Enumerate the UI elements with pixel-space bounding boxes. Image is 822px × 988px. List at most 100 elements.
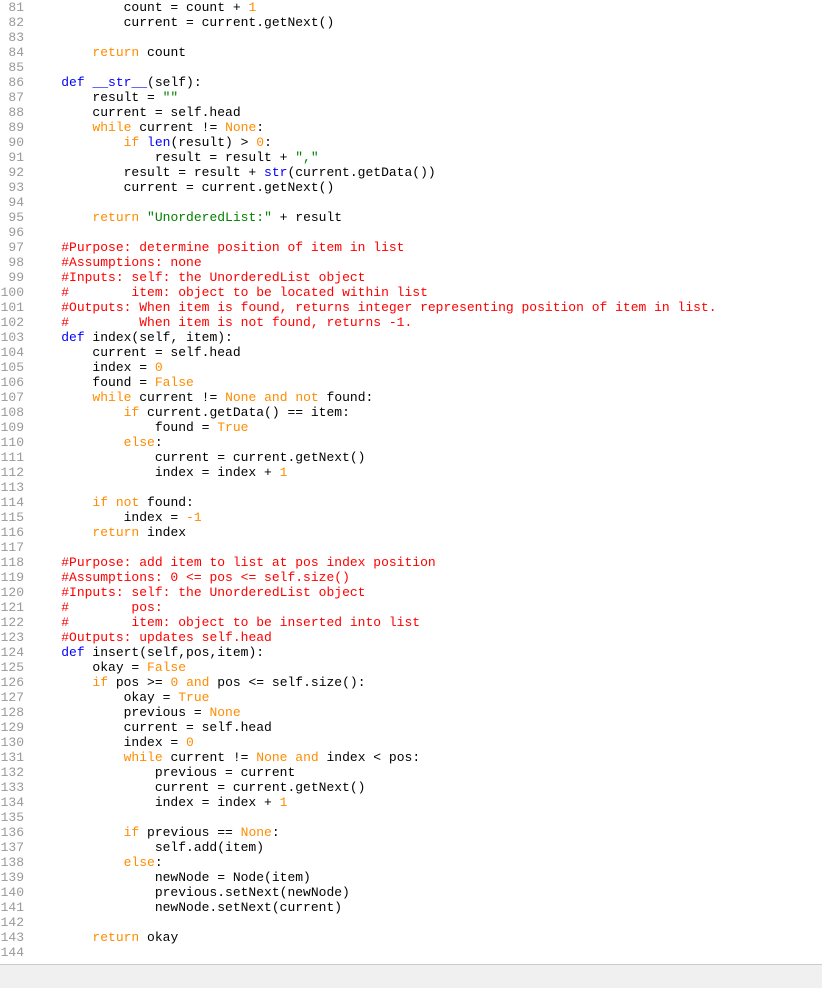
code-line[interactable]: else: xyxy=(30,435,822,450)
line-number: 141 xyxy=(0,900,24,915)
code-line[interactable] xyxy=(30,810,822,825)
footer-strip xyxy=(0,964,822,988)
line-number: 108 xyxy=(0,405,24,420)
code-line[interactable]: def __str__(self): xyxy=(30,75,822,90)
code-line[interactable]: def insert(self,pos,item): xyxy=(30,645,822,660)
line-number: 93 xyxy=(0,180,24,195)
line-number: 88 xyxy=(0,105,24,120)
code-line[interactable]: if len(result) > 0: xyxy=(30,135,822,150)
line-number: 120 xyxy=(0,585,24,600)
code-line[interactable]: previous.setNext(newNode) xyxy=(30,885,822,900)
line-number: 116 xyxy=(0,525,24,540)
code-line[interactable]: index = 0 xyxy=(30,735,822,750)
code-line[interactable]: return "UnorderedList:" + result xyxy=(30,210,822,225)
code-line[interactable]: #Assumptions: 0 <= pos <= self.size() xyxy=(30,570,822,585)
line-number: 95 xyxy=(0,210,24,225)
line-number: 128 xyxy=(0,705,24,720)
code-line[interactable] xyxy=(30,945,822,960)
code-line[interactable]: else: xyxy=(30,855,822,870)
code-content[interactable]: count = count + 1 current = current.getN… xyxy=(30,0,822,960)
code-line[interactable]: #Purpose: add item to list at pos index … xyxy=(30,555,822,570)
line-number: 110 xyxy=(0,435,24,450)
code-line[interactable] xyxy=(30,540,822,555)
code-line[interactable]: okay = False xyxy=(30,660,822,675)
code-line[interactable]: index = index + 1 xyxy=(30,465,822,480)
code-line[interactable]: #Assumptions: none xyxy=(30,255,822,270)
code-line[interactable]: current = self.head xyxy=(30,720,822,735)
line-number: 91 xyxy=(0,150,24,165)
code-line[interactable]: current = self.head xyxy=(30,345,822,360)
line-number: 99 xyxy=(0,270,24,285)
line-number: 109 xyxy=(0,420,24,435)
code-line[interactable] xyxy=(30,30,822,45)
line-number: 81 xyxy=(0,0,24,15)
code-line[interactable]: result = "" xyxy=(30,90,822,105)
line-number: 133 xyxy=(0,780,24,795)
line-number: 144 xyxy=(0,945,24,960)
code-line[interactable]: index = 0 xyxy=(30,360,822,375)
code-line[interactable]: while current != None: xyxy=(30,120,822,135)
code-line[interactable]: #Inputs: self: the UnorderedList object xyxy=(30,270,822,285)
code-line[interactable] xyxy=(30,195,822,210)
code-line[interactable]: result = result + "," xyxy=(30,150,822,165)
line-number: 94 xyxy=(0,195,24,210)
line-number: 135 xyxy=(0,810,24,825)
line-number: 98 xyxy=(0,255,24,270)
code-line[interactable]: if pos >= 0 and pos <= self.size(): xyxy=(30,675,822,690)
code-line[interactable]: # item: object to be located within list xyxy=(30,285,822,300)
code-line[interactable] xyxy=(30,480,822,495)
code-line[interactable]: #Outputs: updates self.head xyxy=(30,630,822,645)
code-line[interactable]: # item: object to be inserted into list xyxy=(30,615,822,630)
code-line[interactable]: found = False xyxy=(30,375,822,390)
code-line[interactable]: current = current.getNext() xyxy=(30,450,822,465)
code-line[interactable]: while current != None and index < pos: xyxy=(30,750,822,765)
code-line[interactable]: result = result + str(current.getData()) xyxy=(30,165,822,180)
line-number: 101 xyxy=(0,300,24,315)
code-line[interactable]: def index(self, item): xyxy=(30,330,822,345)
code-line[interactable]: current = self.head xyxy=(30,105,822,120)
line-number: 126 xyxy=(0,675,24,690)
code-line[interactable]: current = current.getNext() xyxy=(30,15,822,30)
code-line[interactable]: current = current.getNext() xyxy=(30,780,822,795)
code-line[interactable]: if current.getData() == item: xyxy=(30,405,822,420)
line-number: 100 xyxy=(0,285,24,300)
code-line[interactable]: #Outputs: When item is found, returns in… xyxy=(30,300,822,315)
code-line[interactable]: self.add(item) xyxy=(30,840,822,855)
line-number: 118 xyxy=(0,555,24,570)
code-editor[interactable]: 8182838485868788899091929394959697989910… xyxy=(0,0,822,960)
line-number: 129 xyxy=(0,720,24,735)
line-number: 92 xyxy=(0,165,24,180)
line-number: 138 xyxy=(0,855,24,870)
code-line[interactable]: while current != None and not found: xyxy=(30,390,822,405)
code-line[interactable]: previous = current xyxy=(30,765,822,780)
line-number: 142 xyxy=(0,915,24,930)
code-line[interactable]: #Purpose: determine position of item in … xyxy=(30,240,822,255)
line-number: 97 xyxy=(0,240,24,255)
code-line[interactable]: index = -1 xyxy=(30,510,822,525)
code-line[interactable]: previous = None xyxy=(30,705,822,720)
code-line[interactable]: # pos: xyxy=(30,600,822,615)
code-line[interactable]: #Inputs: self: the UnorderedList object xyxy=(30,585,822,600)
code-line[interactable] xyxy=(30,915,822,930)
code-line[interactable]: found = True xyxy=(30,420,822,435)
code-line[interactable]: if not found: xyxy=(30,495,822,510)
code-line[interactable]: if previous == None: xyxy=(30,825,822,840)
code-line[interactable]: return okay xyxy=(30,930,822,945)
line-number: 114 xyxy=(0,495,24,510)
code-line[interactable]: newNode = Node(item) xyxy=(30,870,822,885)
code-line[interactable]: okay = True xyxy=(30,690,822,705)
line-number-gutter: 8182838485868788899091929394959697989910… xyxy=(0,0,30,960)
code-line[interactable] xyxy=(30,60,822,75)
line-number: 86 xyxy=(0,75,24,90)
line-number: 103 xyxy=(0,330,24,345)
code-line[interactable] xyxy=(30,225,822,240)
code-line[interactable]: return index xyxy=(30,525,822,540)
code-line[interactable]: # When item is not found, returns -1. xyxy=(30,315,822,330)
code-line[interactable]: index = index + 1 xyxy=(30,795,822,810)
line-number: 96 xyxy=(0,225,24,240)
code-line[interactable]: newNode.setNext(current) xyxy=(30,900,822,915)
line-number: 83 xyxy=(0,30,24,45)
code-line[interactable]: return count xyxy=(30,45,822,60)
code-line[interactable]: count = count + 1 xyxy=(30,0,822,15)
code-line[interactable]: current = current.getNext() xyxy=(30,180,822,195)
